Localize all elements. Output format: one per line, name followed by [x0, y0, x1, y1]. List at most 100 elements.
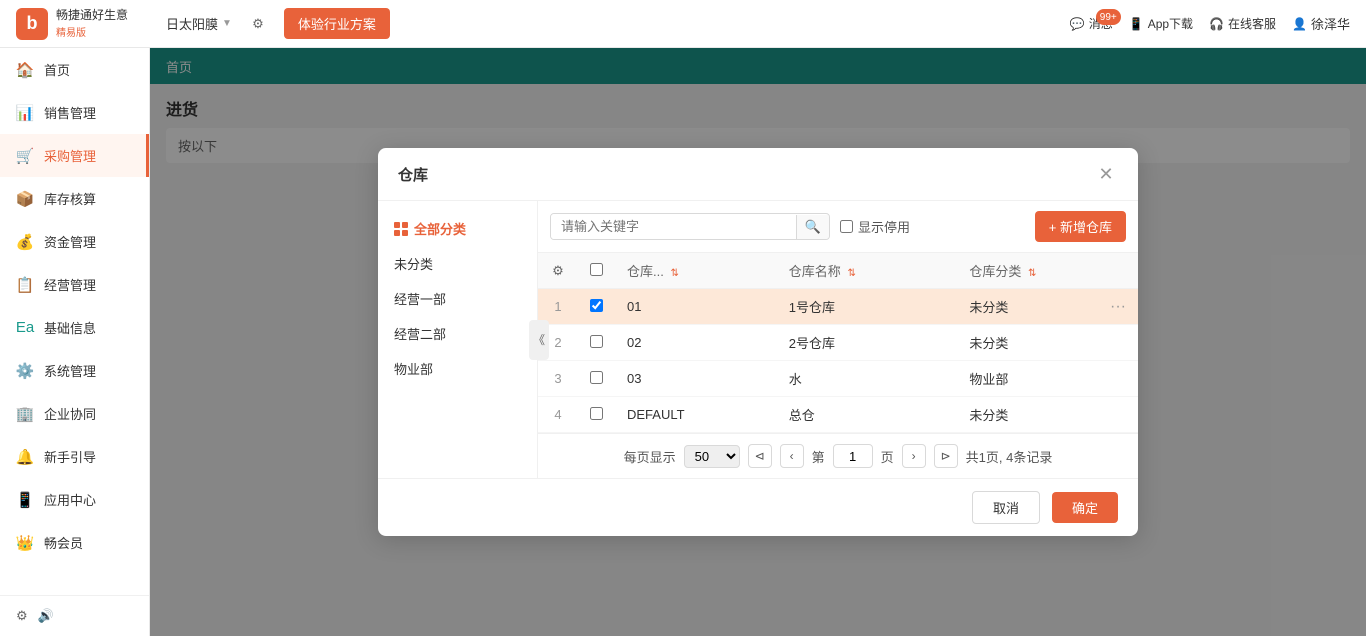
sidebar-item-guide[interactable]: 🔔 新手引导	[0, 435, 149, 478]
prev-page-button[interactable]: ‹	[780, 444, 804, 468]
volume-icon[interactable]: 🔊	[38, 608, 54, 624]
last-page-button[interactable]: ⊳	[934, 444, 958, 468]
user-item[interactable]: 👤 徐泽华	[1292, 14, 1350, 33]
first-page-button[interactable]: ⊲	[748, 444, 772, 468]
select-all-checkbox[interactable]	[590, 263, 603, 276]
sidebar-item-sales[interactable]: 📊 销售管理	[0, 91, 149, 134]
warehouse-modal: 仓库 ✕ 全部分类 未分类	[378, 148, 1138, 536]
table-row[interactable]: 4 DEFAULT 总仓 未分类	[538, 397, 1138, 433]
add-warehouse-button[interactable]: + 新增仓库	[1035, 211, 1126, 242]
per-page-select[interactable]: 20 50 100	[684, 445, 740, 468]
main-layout: 🏠 首页 📊 销售管理 🛒 采购管理 📦 库存核算 💰 资金管理 📋 经营管理 …	[0, 48, 1366, 636]
col-category-label: 仓库分类	[969, 264, 1021, 279]
search-icon[interactable]: 🔍	[796, 215, 829, 239]
table-panel: 🔍 显示停用 + 新增仓库	[538, 201, 1138, 478]
row-checkbox[interactable]	[578, 397, 615, 433]
enterprise-icon: 🏢	[16, 405, 34, 423]
total-info: 共1页, 4条记录	[966, 447, 1053, 466]
sidebar-label-enterprise: 企业协同	[44, 404, 96, 423]
next-page-button[interactable]: ›	[902, 444, 926, 468]
show-disabled-text: 显示停用	[858, 217, 910, 236]
logo-sub: 精易版	[56, 24, 128, 39]
row-checkbox[interactable]	[578, 289, 615, 325]
user-name: 徐泽华	[1311, 14, 1350, 33]
table-row[interactable]: 2 02 2号仓库 未分类	[538, 325, 1138, 361]
trial-button[interactable]: 体验行业方案	[284, 8, 390, 39]
sidebar-item-app-center[interactable]: 📱 应用中心	[0, 478, 149, 521]
sidebar-item-finance[interactable]: 💰 资金管理	[0, 220, 149, 263]
grid-icon	[394, 222, 408, 236]
search-box: 🔍	[550, 213, 830, 240]
settings-icon[interactable]: ⚙	[244, 10, 272, 38]
category-op1[interactable]: 经营一部	[378, 281, 537, 316]
sort-code-icon: ⇅	[670, 268, 678, 279]
search-input[interactable]	[551, 214, 796, 239]
app-download-item[interactable]: 📱 App下载	[1129, 15, 1193, 32]
row-no: 4	[538, 397, 578, 433]
row-checkbox[interactable]	[578, 361, 615, 397]
sidebar-item-system[interactable]: ⚙️ 系统管理	[0, 349, 149, 392]
sidebar-label-inventory: 库存核算	[44, 189, 96, 208]
category-op2[interactable]: 经营二部	[378, 316, 537, 351]
sidebar-item-purchase[interactable]: 🛒 采购管理	[0, 134, 149, 177]
row-checkbox[interactable]	[578, 325, 615, 361]
sidebar-label-home: 首页	[44, 60, 70, 79]
settings-bottom-icon[interactable]: ⚙	[16, 608, 28, 624]
basic-icon: Ea	[16, 319, 34, 337]
page-number-input[interactable]	[833, 444, 873, 468]
table-row[interactable]: 3 03 水 物业部	[538, 361, 1138, 397]
row-name: 水	[777, 361, 958, 397]
sidebar-label-guide: 新手引导	[44, 447, 96, 466]
store-selector[interactable]: 日太阳膜 ▼	[166, 14, 232, 33]
category-all[interactable]: 全部分类	[378, 211, 537, 246]
row-no: 3	[538, 361, 578, 397]
message-item[interactable]: 💬 消息 99+	[1070, 15, 1113, 32]
sidebar-item-inventory[interactable]: 📦 库存核算	[0, 177, 149, 220]
cancel-button[interactable]: 取消	[972, 491, 1040, 524]
sidebar-label-basic: 基础信息	[44, 318, 96, 337]
warehouse-table: ⚙ 仓库... ⇅	[538, 253, 1138, 433]
sort-name-icon: ⇅	[847, 268, 855, 279]
col-code[interactable]: 仓库... ⇅	[615, 253, 777, 289]
category-all-label: 全部分类	[414, 219, 466, 238]
app-label: App下载	[1148, 15, 1193, 32]
col-gear[interactable]: ⚙	[538, 253, 578, 289]
sidebar-label-app-center: 应用中心	[44, 490, 96, 509]
sidebar-item-basic[interactable]: Ea 基础信息	[0, 306, 149, 349]
guide-icon: 🔔	[16, 448, 34, 466]
collapse-button[interactable]: 《	[529, 320, 549, 360]
row-actions-icon[interactable]: ···	[1110, 298, 1126, 316]
sidebar-item-enterprise[interactable]: 🏢 企业协同	[0, 392, 149, 435]
modal-close-button[interactable]: ✕	[1094, 162, 1118, 186]
app-icon: 📱	[1129, 17, 1144, 31]
table-header-row: ⚙ 仓库... ⇅	[538, 253, 1138, 289]
sidebar-item-home[interactable]: 🏠 首页	[0, 48, 149, 91]
category-none[interactable]: 未分类	[378, 246, 537, 281]
finance-icon: 💰	[16, 233, 34, 251]
sidebar-item-operation[interactable]: 📋 经营管理	[0, 263, 149, 306]
operation-icon: 📋	[16, 276, 34, 294]
table-row[interactable]: 1 01 1号仓库 未分类 ···	[538, 289, 1138, 325]
sort-category-icon: ⇅	[1028, 268, 1036, 279]
col-category[interactable]: 仓库分类 ⇅	[957, 253, 1138, 289]
logo-area: b 畅捷通好生意 精易版	[16, 8, 166, 40]
per-page-label: 每页显示	[624, 447, 676, 466]
service-item[interactable]: 🎧 在线客服	[1209, 15, 1276, 32]
pagination-bar: 每页显示 20 50 100 ⊲ ‹ 第 页 ›	[538, 433, 1138, 478]
sidebar-label-purchase: 采购管理	[44, 146, 96, 165]
service-label: 在线客服	[1228, 15, 1276, 32]
show-disabled-label[interactable]: 显示停用	[840, 217, 910, 236]
confirm-button[interactable]: 确定	[1052, 492, 1118, 523]
row-category: 未分类	[957, 397, 1138, 432]
page-label: 第	[812, 447, 825, 466]
message-icon: 💬	[1070, 17, 1085, 31]
system-icon: ⚙️	[16, 362, 34, 380]
col-name[interactable]: 仓库名称 ⇅	[777, 253, 958, 289]
show-disabled-checkbox[interactable]	[840, 220, 853, 233]
category-prop[interactable]: 物业部	[378, 351, 537, 386]
table-toolbar: 🔍 显示停用 + 新增仓库	[538, 201, 1138, 253]
sidebar-label-finance: 资金管理	[44, 232, 96, 251]
app-center-icon: 📱	[16, 491, 34, 509]
purchase-icon: 🛒	[16, 147, 34, 165]
sidebar-item-member[interactable]: 👑 畅会员	[0, 521, 149, 564]
